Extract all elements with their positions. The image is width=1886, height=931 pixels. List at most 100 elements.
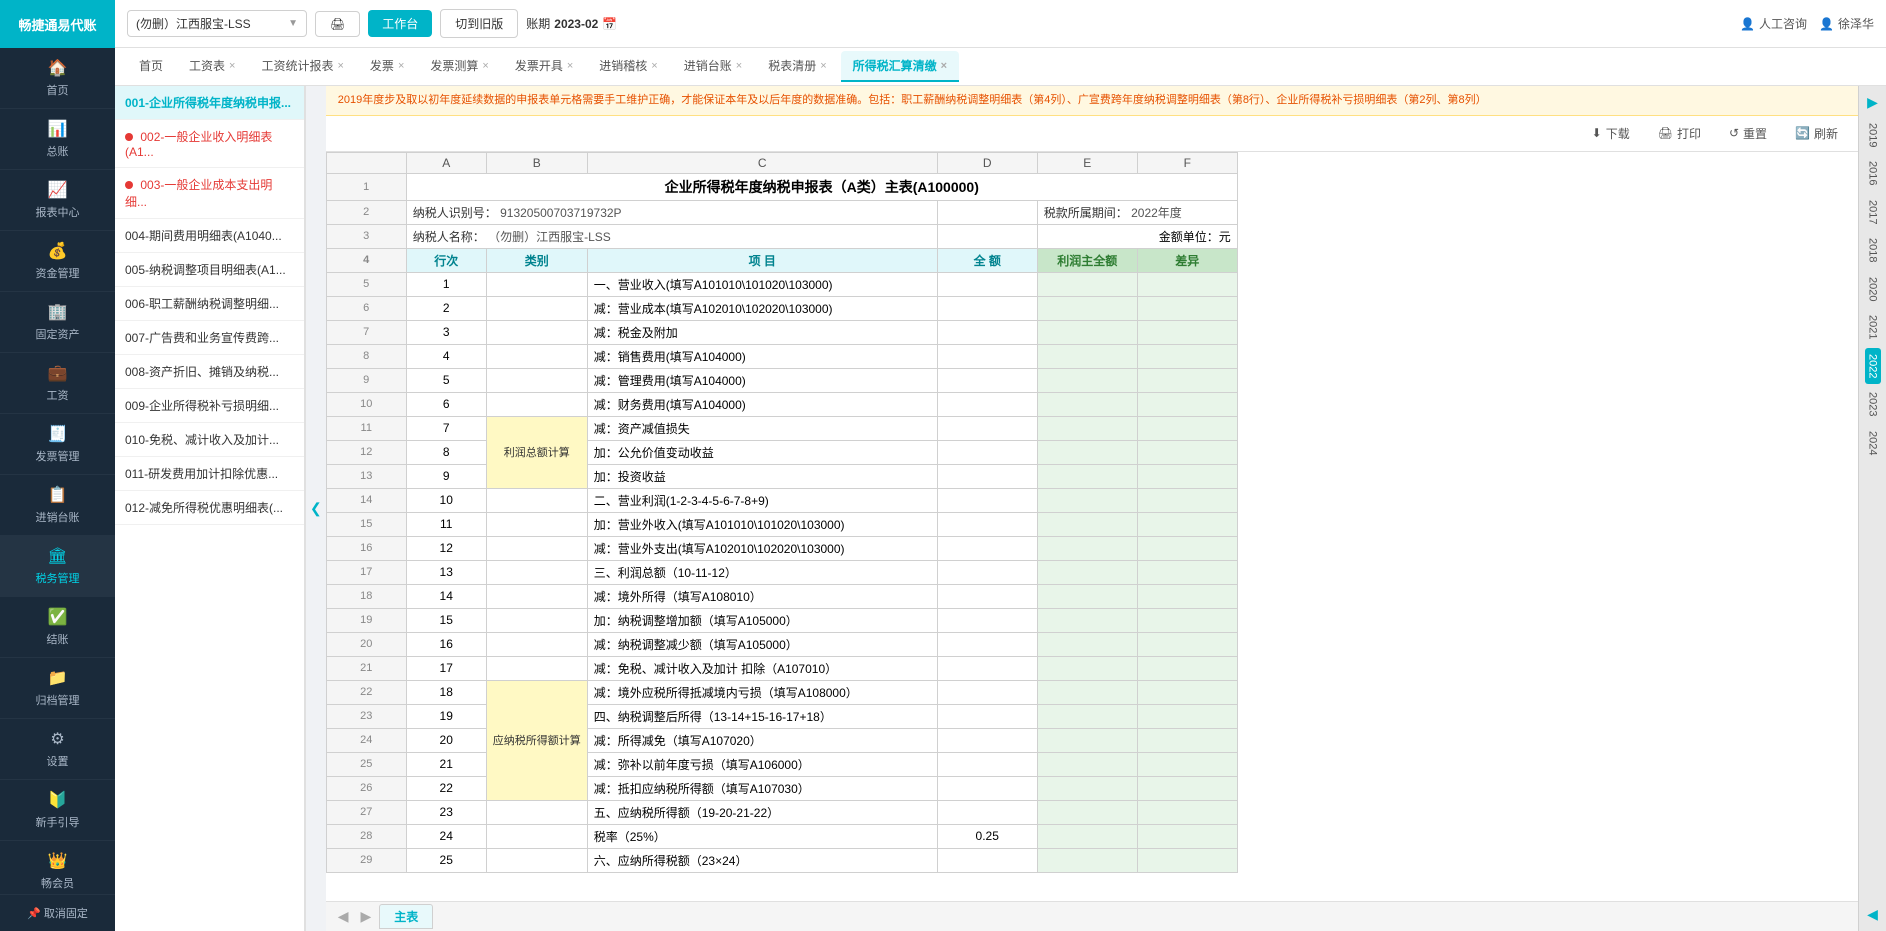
- switch-old-button[interactable]: 切到旧版: [440, 9, 518, 38]
- sidebar-item-fund-mgmt[interactable]: 💰 资金管理: [0, 231, 115, 292]
- tab-close-icon[interactable]: ×: [337, 60, 343, 72]
- work-tab-button[interactable]: 工作台: [368, 10, 432, 37]
- row-number: 17: [326, 560, 406, 584]
- profit-cell: [1037, 560, 1137, 584]
- collapse-sidebar-button[interactable]: ◀: [1867, 906, 1878, 923]
- year-item-2020[interactable]: 2020: [1865, 271, 1881, 307]
- expand-sidebar-button[interactable]: ▶: [1867, 94, 1878, 111]
- warning-text: 2019年度步及取以初年度延续数据的申报表单元格需要手工维护正确，才能保证本年及…: [338, 94, 1487, 106]
- left-panel-item-008[interactable]: 008-资产折旧、摊销及纳税...: [115, 355, 304, 389]
- tab-close-icon[interactable]: ×: [398, 60, 404, 72]
- ledger-icon: 📊: [48, 119, 68, 139]
- table-row: 7 3 减：税金及附加: [326, 320, 1237, 344]
- user-info[interactable]: 👤 徐泽华: [1819, 15, 1874, 32]
- left-panel-item-006[interactable]: 006-职工薪酬纳税调整明细...: [115, 287, 304, 321]
- tab-tax-schedule[interactable]: 税表清册 ×: [756, 51, 838, 82]
- year-item-2022[interactable]: 2022: [1865, 348, 1881, 384]
- year-item-2017[interactable]: 2017: [1865, 194, 1881, 230]
- tab-close-icon[interactable]: ×: [736, 60, 742, 72]
- left-panel-item-001[interactable]: 001-企业所得税年度纳税申报...: [115, 86, 304, 120]
- left-panel-item-007[interactable]: 007-广告费和业务宣传费跨...: [115, 321, 304, 355]
- sidebar-item-home[interactable]: 🏠 首页: [0, 48, 115, 109]
- sidebar-item-archive-mgmt[interactable]: 📁 归档管理: [0, 658, 115, 719]
- category-cell: [486, 392, 587, 416]
- year-item-2023[interactable]: 2023: [1865, 386, 1881, 422]
- left-panel-item-009[interactable]: 009-企业所得税补亏损明细...: [115, 389, 304, 423]
- amount-cell: [937, 416, 1037, 440]
- amount-cell: [937, 464, 1037, 488]
- sidebar-item-payroll[interactable]: 💼 工资: [0, 353, 115, 414]
- row-num-cell: 15: [406, 608, 486, 632]
- sidebar-item-report-center[interactable]: 📈 报表中心: [0, 170, 115, 231]
- year-item-2021[interactable]: 2021: [1865, 309, 1881, 345]
- profit-cell: [1037, 800, 1137, 824]
- diff-cell: [1137, 608, 1237, 632]
- tab-home[interactable]: 首页: [127, 51, 175, 82]
- sidebar-item-vip[interactable]: 👑 畅会员: [0, 841, 115, 894]
- calendar-icon[interactable]: 📅: [602, 17, 617, 31]
- tab-invoice-issue[interactable]: 发票开具 ×: [503, 51, 585, 82]
- sidebar-item-invoice-mgmt[interactable]: 🧾 发票管理: [0, 414, 115, 475]
- profit-cell: [1037, 344, 1137, 368]
- left-panel-item-002[interactable]: 002-一般企业收入明细表(A1...: [115, 120, 304, 168]
- sidebar-item-new-guide[interactable]: 🔰 新手引导: [0, 780, 115, 841]
- cancel-pin-button[interactable]: 📌 取消固定: [0, 894, 115, 931]
- user-avatar: 👤: [1819, 17, 1834, 31]
- table-row: 22 18 应纳税所得额计算 减：境外应税所得抵减境内亏损（填写A108000）: [326, 680, 1237, 704]
- sheet-tab-main[interactable]: 主表: [379, 904, 433, 929]
- company-selector[interactable]: (勿删）江西服宝-LSS ▼: [127, 10, 307, 37]
- reset-button[interactable]: ↺ 重置: [1721, 122, 1775, 145]
- row-num-cell: 7: [406, 416, 486, 440]
- left-panel-item-004[interactable]: 004-期间费用明细表(A1040...: [115, 219, 304, 253]
- year-item-2018[interactable]: 2018: [1865, 232, 1881, 268]
- category-cell: [486, 488, 587, 512]
- sidebar-item-fixed-assets[interactable]: 🏢 固定资产: [0, 292, 115, 353]
- tab-close-icon[interactable]: ×: [229, 60, 235, 72]
- refresh-button[interactable]: 🔄 刷新: [1787, 122, 1846, 145]
- category-merged-cell: 利润总额计算: [486, 416, 587, 488]
- sidebar-item-tax-mgmt[interactable]: 🏛 税务管理: [0, 536, 115, 597]
- tab-close-icon[interactable]: ×: [567, 60, 573, 72]
- tab-close-icon[interactable]: ×: [651, 60, 657, 72]
- tab-close-icon[interactable]: ×: [482, 60, 488, 72]
- download-icon: ⬇: [1592, 126, 1602, 140]
- next-sheet-button[interactable]: ▶: [357, 906, 376, 927]
- ai-consult[interactable]: 👤 人工咨询: [1740, 15, 1807, 32]
- year-item-2016[interactable]: 2016: [1865, 155, 1881, 191]
- tab-payroll-stats[interactable]: 工资统计报表 ×: [249, 51, 355, 82]
- tab-payroll[interactable]: 工资表 ×: [177, 51, 247, 82]
- pin-icon: 📌: [27, 908, 41, 920]
- sidebar-item-settings[interactable]: ⚙ 设置: [0, 719, 115, 780]
- print-icon-btn[interactable]: 🖨: [315, 11, 360, 37]
- top-bar-right: 👤 人工咨询 👤 徐泽华: [1740, 15, 1874, 32]
- left-panel-item-005[interactable]: 005-纳税调整项目明细表(A1...: [115, 253, 304, 287]
- collapse-panel-button[interactable]: ❮: [305, 86, 326, 931]
- tab-income-tax[interactable]: 所得税汇算清缴 ×: [841, 51, 959, 82]
- download-button[interactable]: ⬇ 下载: [1584, 122, 1638, 145]
- item-cell: 减：资产减值损失: [587, 416, 937, 440]
- sidebar-item-sales-ledger[interactable]: 📋 进销台账: [0, 475, 115, 536]
- tab-invoice[interactable]: 发票 ×: [358, 51, 416, 82]
- diff-cell: [1137, 296, 1237, 320]
- sidebar-item-general-ledger[interactable]: 📊 总账: [0, 109, 115, 170]
- tab-close-icon[interactable]: ×: [941, 60, 947, 72]
- tab-close-icon[interactable]: ×: [820, 60, 826, 72]
- tab-invoice-calc[interactable]: 发票测算 ×: [418, 51, 500, 82]
- left-panel-item-003[interactable]: 003-一般企业成本支出明细...: [115, 168, 304, 219]
- diff-cell: [1137, 392, 1237, 416]
- profit-cell: [1037, 848, 1137, 872]
- left-panel-item-012[interactable]: 012-减免所得税优惠明细表(...: [115, 491, 304, 525]
- amount-cell: [937, 344, 1037, 368]
- left-panel-item-011[interactable]: 011-研发费用加计扣除优惠...: [115, 457, 304, 491]
- tab-sales-audit[interactable]: 进销稽核 ×: [587, 51, 669, 82]
- year-item-2019[interactable]: 2019: [1865, 117, 1881, 153]
- sidebar-item-settlement[interactable]: ✅ 结账: [0, 597, 115, 658]
- spreadsheet-container[interactable]: A B C D E F 1 企业所: [326, 152, 1858, 902]
- amount-cell: [937, 272, 1037, 296]
- year-item-2024[interactable]: 2024: [1865, 425, 1881, 461]
- item-cell: 加：投资收益: [587, 464, 937, 488]
- print-button[interactable]: 🖨 打印: [1650, 122, 1709, 145]
- prev-sheet-button[interactable]: ◀: [334, 906, 353, 927]
- left-panel-item-010[interactable]: 010-免税、减计收入及加计...: [115, 423, 304, 457]
- tab-sales-ledger[interactable]: 进销台账 ×: [672, 51, 754, 82]
